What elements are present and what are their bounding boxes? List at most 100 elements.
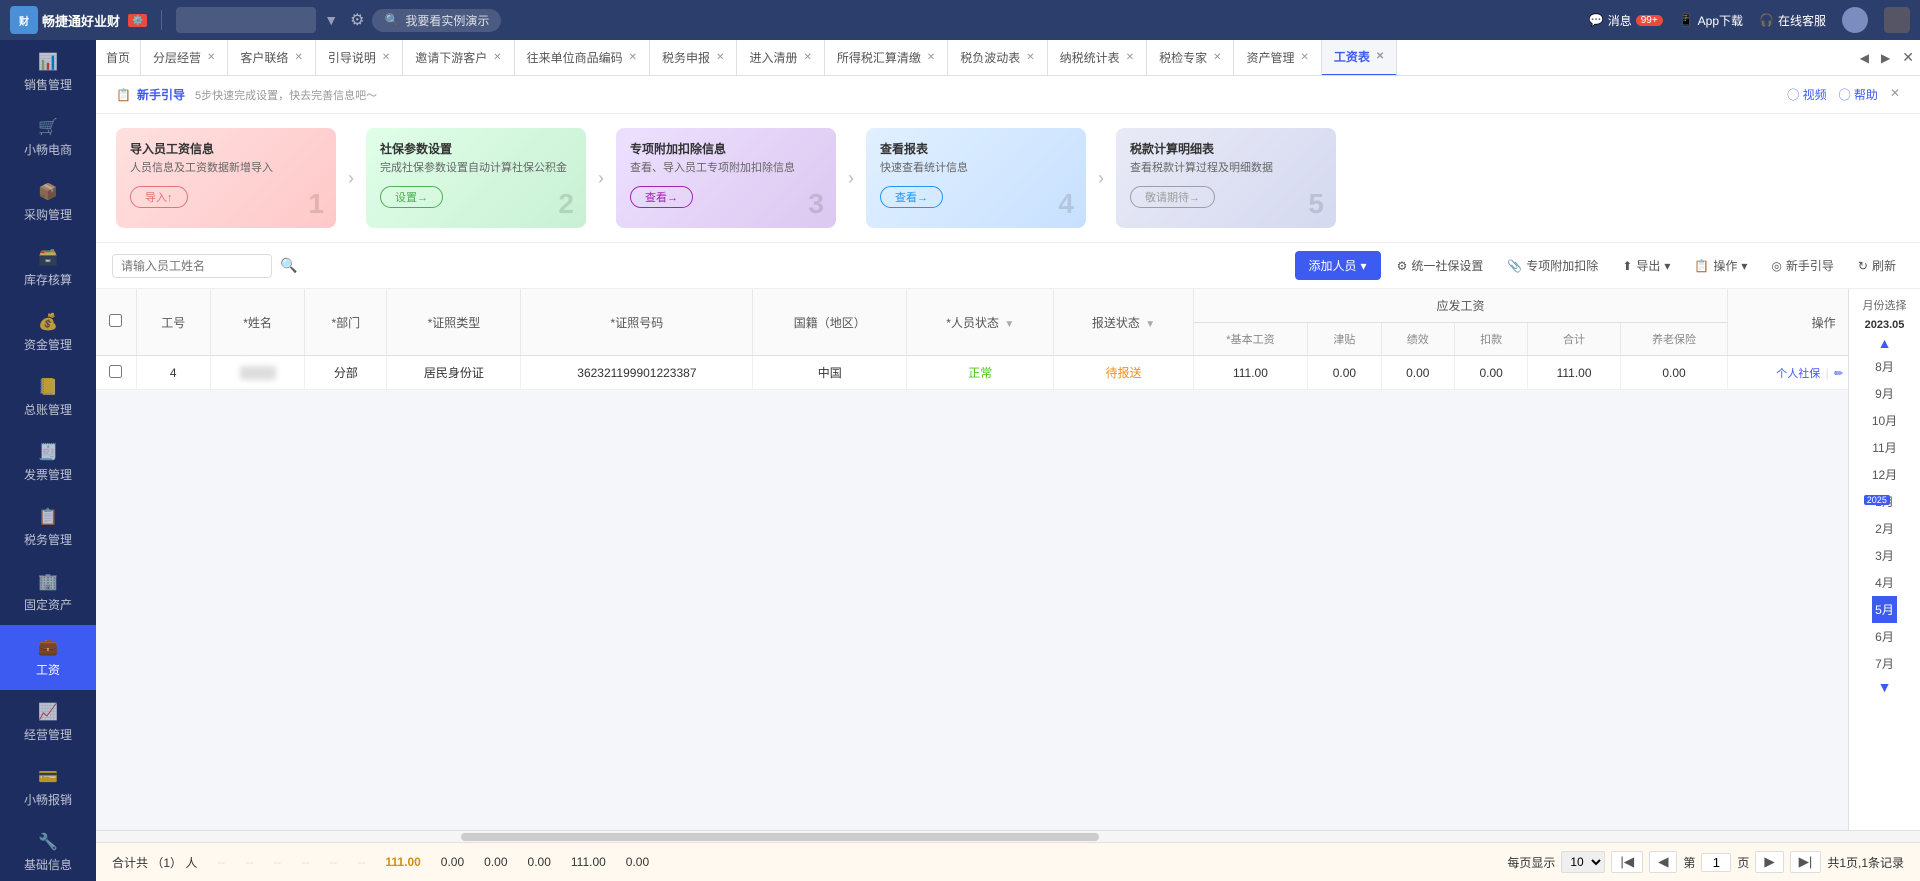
export-btn[interactable]: ⬆ 导出 ▾ (1614, 253, 1678, 278)
tab-close-tax-report[interactable]: ✕ (716, 52, 724, 63)
guide-close-btn[interactable]: ✕ (1890, 86, 1900, 103)
guide-btn[interactable]: ◎ 新手引导 (1763, 253, 1842, 278)
sidebar-item-sales2[interactable]: 💳小畅报销 (0, 755, 96, 820)
tab-close-tax-stat[interactable]: ✕ (1126, 52, 1134, 63)
profile-dropdown[interactable]: ▼ (324, 12, 338, 28)
select-all-checkbox[interactable] (109, 314, 122, 327)
sidebar-item-purchase[interactable]: 📦采购管理 (0, 170, 96, 235)
step-2-btn[interactable]: 设置→ (380, 186, 443, 208)
tab-tax-stat[interactable]: 纳税统计表✕ (1048, 40, 1147, 76)
step-2-title: 社保参数设置 (380, 140, 572, 157)
tab-home[interactable]: 首页 (96, 40, 141, 76)
tab-close-tax-calc[interactable]: ✕ (927, 52, 935, 63)
tab-layered[interactable]: 分层经营✕ (141, 40, 228, 76)
tab-asset-mgmt[interactable]: 资产管理✕ (1234, 40, 1321, 76)
month-item-6月[interactable]: 6月 (1872, 623, 1897, 650)
tab-guide[interactable]: 引导说明✕ (316, 40, 403, 76)
step-3-desc: 查看、导入员工专项附加扣除信息 (630, 161, 822, 176)
message-btn[interactable]: 💬 消息 99+ (1589, 12, 1663, 29)
month-item-3月[interactable]: 3月 (1872, 542, 1897, 569)
tab-salary-sheet[interactable]: 工资表✕ (1322, 40, 1397, 76)
page-prev-btn[interactable]: ◀ (1649, 851, 1677, 873)
tab-tax-report[interactable]: 税务申报✕ (650, 40, 737, 76)
sidebar-item-inventory[interactable]: 🗃️库存核算 (0, 235, 96, 300)
month-item-11月[interactable]: 11月 (1872, 434, 1897, 461)
table-scrollbar[interactable] (96, 830, 1920, 842)
user-menu[interactable] (1884, 7, 1910, 33)
tab-close-inventory2[interactable]: ✕ (803, 52, 811, 63)
month-item-5月[interactable]: 5月 (1872, 596, 1897, 623)
page-next-btn[interactable]: ▶ (1755, 851, 1783, 873)
tab-next-btn[interactable]: ▶ (1875, 51, 1896, 65)
refresh-btn[interactable]: ↻ 刷新 (1850, 253, 1904, 278)
tab-close-tax-expert[interactable]: ✕ (1213, 52, 1221, 63)
month-nav-down[interactable]: ▼ (1876, 677, 1894, 697)
tab-product-code[interactable]: 往来单位商品编码✕ (515, 40, 650, 76)
sidebar-item-sales[interactable]: 📊销售管理 (0, 40, 96, 105)
step-5-btn[interactable]: 敬请期待→ (1130, 186, 1215, 208)
action-edit[interactable]: ✏ (1834, 368, 1843, 380)
step-3-btn[interactable]: 查看→ (630, 186, 693, 208)
tab-close-layered[interactable]: ✕ (207, 52, 215, 63)
user-avatar[interactable] (1842, 7, 1868, 33)
tab-tax-calc[interactable]: 所得税汇算清缴✕ (825, 40, 948, 76)
tab-contacts[interactable]: 客户联络✕ (228, 40, 315, 76)
tab-close-product-code[interactable]: ✕ (629, 52, 637, 63)
search-input[interactable] (112, 254, 272, 278)
tab-invite[interactable]: 邀请下游客户✕ (403, 40, 514, 76)
app-download-btn[interactable]: 📱 App下载 (1679, 12, 1743, 29)
online-service-btn[interactable]: 🎧 在线客服 (1759, 12, 1826, 29)
month-item-7月[interactable]: 7月 (1872, 650, 1897, 677)
tab-close-invite[interactable]: ✕ (493, 52, 501, 63)
page-first-btn[interactable]: |◀ (1611, 851, 1643, 873)
tab-close-all-btn[interactable]: ✕ (1896, 49, 1920, 66)
special-deduct-btn[interactable]: 📎 专项附加扣除 (1499, 253, 1606, 278)
tab-tax-relief[interactable]: 税负波动表✕ (948, 40, 1047, 76)
sidebar-item-assets[interactable]: 🏢固定资产 (0, 560, 96, 625)
page-input[interactable] (1701, 853, 1731, 872)
tab-close-tax-relief[interactable]: ✕ (1026, 52, 1034, 63)
row-checkbox[interactable] (109, 365, 122, 378)
per-page-select[interactable]: 10 20 50 (1561, 851, 1605, 873)
sidebar-item-invoice[interactable]: 🧾发票管理 (0, 430, 96, 495)
sidebar-item-finance[interactable]: 💰资金管理 (0, 300, 96, 365)
month-item-8月[interactable]: 8月 (1872, 353, 1897, 380)
operations-btn[interactable]: 📋 操作 ▾ (1686, 253, 1755, 278)
tab-close-guide[interactable]: ✕ (382, 52, 390, 63)
month-nav-up[interactable]: ▲ (1876, 333, 1894, 353)
action-social-insurance[interactable]: 个人社保 (1776, 368, 1820, 380)
sidebar-label-operations: 经营管理 (24, 726, 72, 743)
th-performance: 绩效 (1381, 323, 1454, 356)
guide-video-btn[interactable]: ◯ 视频 (1787, 86, 1826, 103)
month-item-12月[interactable]: 12月 (1872, 461, 1897, 488)
tab-close-asset-mgmt[interactable]: ✕ (1301, 52, 1309, 63)
step-1-btn[interactable]: 导入↑ (130, 186, 188, 208)
sidebar-item-operations[interactable]: 📈经营管理 (0, 690, 96, 755)
month-item-1月[interactable]: 1月2025 (1872, 488, 1897, 515)
month-item-10月[interactable]: 10月 (1872, 407, 1897, 434)
demo-search[interactable]: 🔍 我要看实例演示 (372, 9, 501, 32)
tab-close-contacts[interactable]: ✕ (294, 52, 302, 63)
tab-prev-btn[interactable]: ◀ (1854, 51, 1875, 65)
month-item-2月[interactable]: 2月 (1872, 515, 1897, 542)
add-person-btn[interactable]: 添加人员 ▾ (1295, 251, 1381, 280)
sidebar-item-ledger[interactable]: 📒总账管理 (0, 365, 96, 430)
tab-close-salary-sheet[interactable]: ✕ (1376, 51, 1384, 62)
page-last-btn[interactable]: ▶| (1790, 851, 1822, 873)
tab-inventory2[interactable]: 进入清册✕ (737, 40, 824, 76)
report-filter-icon[interactable]: ▼ (1145, 319, 1155, 330)
tab-tax-expert[interactable]: 税检专家✕ (1147, 40, 1234, 76)
sidebar-item-tax[interactable]: 📋税务管理 (0, 495, 96, 560)
month-item-4月[interactable]: 4月 (1872, 569, 1897, 596)
status-filter-icon[interactable]: ▼ (1004, 319, 1014, 330)
search-button[interactable]: 🔍 (280, 257, 297, 274)
step-4-btn[interactable]: 查看→ (880, 186, 943, 208)
sidebar-item-basic[interactable]: 🔧基础信息 (0, 820, 96, 881)
guide-help-btn[interactable]: ◯ 帮助 (1839, 86, 1878, 103)
month-item-9月[interactable]: 9月 (1872, 380, 1897, 407)
unify-settings-btn[interactable]: ⚙ 统一社保设置 (1389, 253, 1492, 278)
deduct-icon: 📎 (1507, 259, 1522, 273)
sidebar-item-salary[interactable]: 💼工资 (0, 625, 96, 690)
sidebar-item-ecommerce[interactable]: 🛒小畅电商 (0, 105, 96, 170)
settings-icon[interactable]: ⚙ (350, 10, 364, 30)
